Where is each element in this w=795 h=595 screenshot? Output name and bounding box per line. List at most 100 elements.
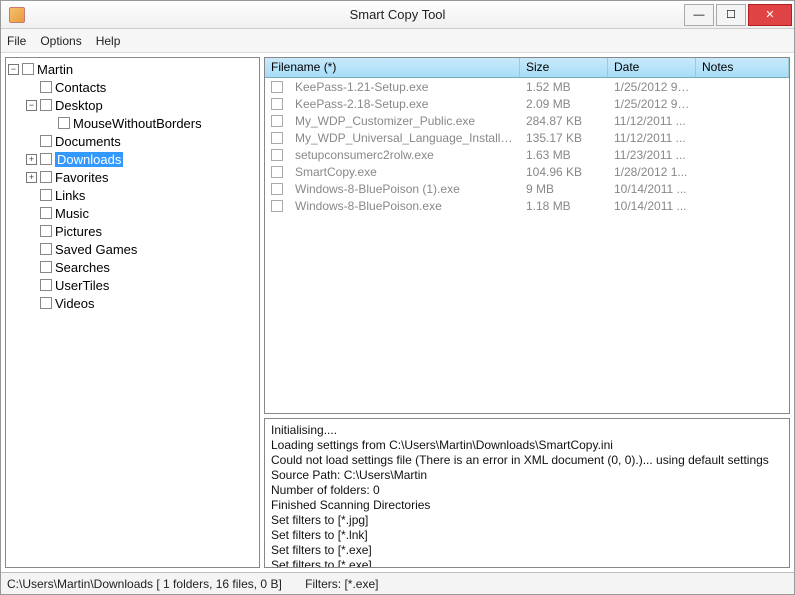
right-pane: Filename (*) Size Date Notes KeePass-1.2…	[264, 57, 790, 568]
file-name: Windows-8-BluePoison (1).exe	[289, 182, 520, 196]
window-controls: — ☐ ✕	[684, 4, 794, 26]
expander-blank	[26, 208, 37, 219]
file-size: 1.52 MB	[520, 80, 608, 94]
checkbox[interactable]	[40, 135, 52, 147]
menu-help[interactable]: Help	[96, 34, 121, 48]
tree-root-label: Martin	[37, 62, 73, 77]
file-name: My_WDP_Universal_Language_Installer_Publ…	[289, 131, 520, 145]
file-date: 1/28/2012 1...	[608, 165, 696, 179]
log-pane[interactable]: Initialising....Loading settings from C:…	[264, 418, 790, 568]
tree-item-label: Saved Games	[55, 242, 137, 257]
column-notes[interactable]: Notes	[696, 58, 789, 77]
tree-root[interactable]: − Martin	[8, 60, 257, 78]
collapse-icon[interactable]: −	[26, 100, 37, 111]
log-line: Set filters to [*.exe]	[271, 558, 783, 568]
checkbox[interactable]	[271, 166, 283, 178]
column-size[interactable]: Size	[520, 58, 608, 77]
expander-blank	[26, 190, 37, 201]
tree-item[interactable]: + Downloads	[8, 150, 257, 168]
checkbox[interactable]	[40, 207, 52, 219]
tree-item[interactable]: Saved Games	[8, 240, 257, 258]
tree-item-label: Favorites	[55, 170, 108, 185]
file-name: setupconsumerc2rolw.exe	[289, 148, 520, 162]
checkbox[interactable]	[40, 243, 52, 255]
column-date[interactable]: Date	[608, 58, 696, 77]
checkbox[interactable]	[22, 63, 34, 75]
tree-item[interactable]: Pictures	[8, 222, 257, 240]
file-row[interactable]: My_WDP_Universal_Language_Installer_Publ…	[265, 129, 789, 146]
checkbox[interactable]	[40, 171, 52, 183]
tree-item-label: Desktop	[55, 98, 103, 113]
minimize-button[interactable]: —	[684, 4, 714, 26]
checkbox[interactable]	[271, 132, 283, 144]
checkbox[interactable]	[271, 98, 283, 110]
menu-options[interactable]: Options	[40, 34, 81, 48]
close-button[interactable]: ✕	[748, 4, 792, 26]
tree-item[interactable]: UserTiles	[8, 276, 257, 294]
app-icon	[9, 7, 25, 23]
file-row[interactable]: KeePass-1.21-Setup.exe1.52 MB1/25/2012 9…	[265, 78, 789, 95]
file-name: My_WDP_Customizer_Public.exe	[289, 114, 520, 128]
tree-item-label: Downloads	[55, 152, 123, 167]
checkbox[interactable]	[40, 189, 52, 201]
checkbox[interactable]	[271, 149, 283, 161]
column-filename[interactable]: Filename (*)	[265, 58, 520, 77]
log-line: Set filters to [*.lnk]	[271, 528, 783, 543]
checkbox[interactable]	[271, 81, 283, 93]
expand-icon[interactable]: +	[26, 154, 37, 165]
tree-item-label: Music	[55, 206, 89, 221]
checkbox[interactable]	[271, 115, 283, 127]
file-size: 9 MB	[520, 182, 608, 196]
file-date: 10/14/2011 ...	[608, 199, 696, 213]
checkbox[interactable]	[40, 99, 52, 111]
expander-blank	[26, 262, 37, 273]
expander-blank	[44, 118, 55, 129]
window-title: Smart Copy Tool	[350, 7, 446, 22]
checkbox[interactable]	[58, 117, 70, 129]
tree-item-label: MouseWithoutBorders	[73, 116, 202, 131]
tree-item[interactable]: Contacts	[8, 78, 257, 96]
expander-blank	[26, 244, 37, 255]
file-row[interactable]: SmartCopy.exe104.96 KB1/28/2012 1...	[265, 163, 789, 180]
log-line: Set filters to [*.jpg]	[271, 513, 783, 528]
file-row[interactable]: setupconsumerc2rolw.exe1.63 MB11/23/2011…	[265, 146, 789, 163]
log-line: Set filters to [*.exe]	[271, 543, 783, 558]
file-date: 11/12/2011 ...	[608, 131, 696, 145]
checkbox[interactable]	[40, 225, 52, 237]
file-row[interactable]: Windows-8-BluePoison (1).exe9 MB10/14/20…	[265, 180, 789, 197]
log-line: Number of folders: 0	[271, 483, 783, 498]
status-filters-value: [*.exe]	[344, 577, 378, 591]
maximize-button[interactable]: ☐	[716, 4, 746, 26]
list-header: Filename (*) Size Date Notes	[265, 58, 789, 78]
expand-icon[interactable]: +	[26, 172, 37, 183]
list-body[interactable]: KeePass-1.21-Setup.exe1.52 MB1/25/2012 9…	[265, 78, 789, 413]
checkbox[interactable]	[40, 81, 52, 93]
tree-item-label: Documents	[55, 134, 121, 149]
tree-item[interactable]: + Favorites	[8, 168, 257, 186]
checkbox[interactable]	[40, 261, 52, 273]
tree-item[interactable]: Videos	[8, 294, 257, 312]
content-area: − Martin Contacts − Desktop MouseWithoutBor…	[1, 53, 794, 572]
file-date: 11/12/2011 ...	[608, 114, 696, 128]
checkbox[interactable]	[271, 183, 283, 195]
checkbox[interactable]	[271, 200, 283, 212]
menu-file[interactable]: File	[7, 34, 26, 48]
expander-blank	[26, 280, 37, 291]
tree-item[interactable]: Music	[8, 204, 257, 222]
checkbox[interactable]	[40, 297, 52, 309]
file-name: KeePass-1.21-Setup.exe	[289, 80, 520, 94]
tree-item[interactable]: MouseWithoutBorders	[8, 114, 257, 132]
file-row[interactable]: My_WDP_Customizer_Public.exe284.87 KB11/…	[265, 112, 789, 129]
file-row[interactable]: Windows-8-BluePoison.exe1.18 MB10/14/201…	[265, 197, 789, 214]
tree-item[interactable]: Searches	[8, 258, 257, 276]
checkbox[interactable]	[40, 279, 52, 291]
tree-item[interactable]: Links	[8, 186, 257, 204]
folder-tree[interactable]: − Martin Contacts − Desktop MouseWithoutBor…	[5, 57, 260, 568]
tree-item[interactable]: − Desktop	[8, 96, 257, 114]
tree-item[interactable]: Documents	[8, 132, 257, 150]
checkbox[interactable]	[40, 153, 52, 165]
file-date: 10/14/2011 ...	[608, 182, 696, 196]
file-size: 284.87 KB	[520, 114, 608, 128]
collapse-icon[interactable]: −	[8, 64, 19, 75]
file-row[interactable]: KeePass-2.18-Setup.exe2.09 MB1/25/2012 9…	[265, 95, 789, 112]
